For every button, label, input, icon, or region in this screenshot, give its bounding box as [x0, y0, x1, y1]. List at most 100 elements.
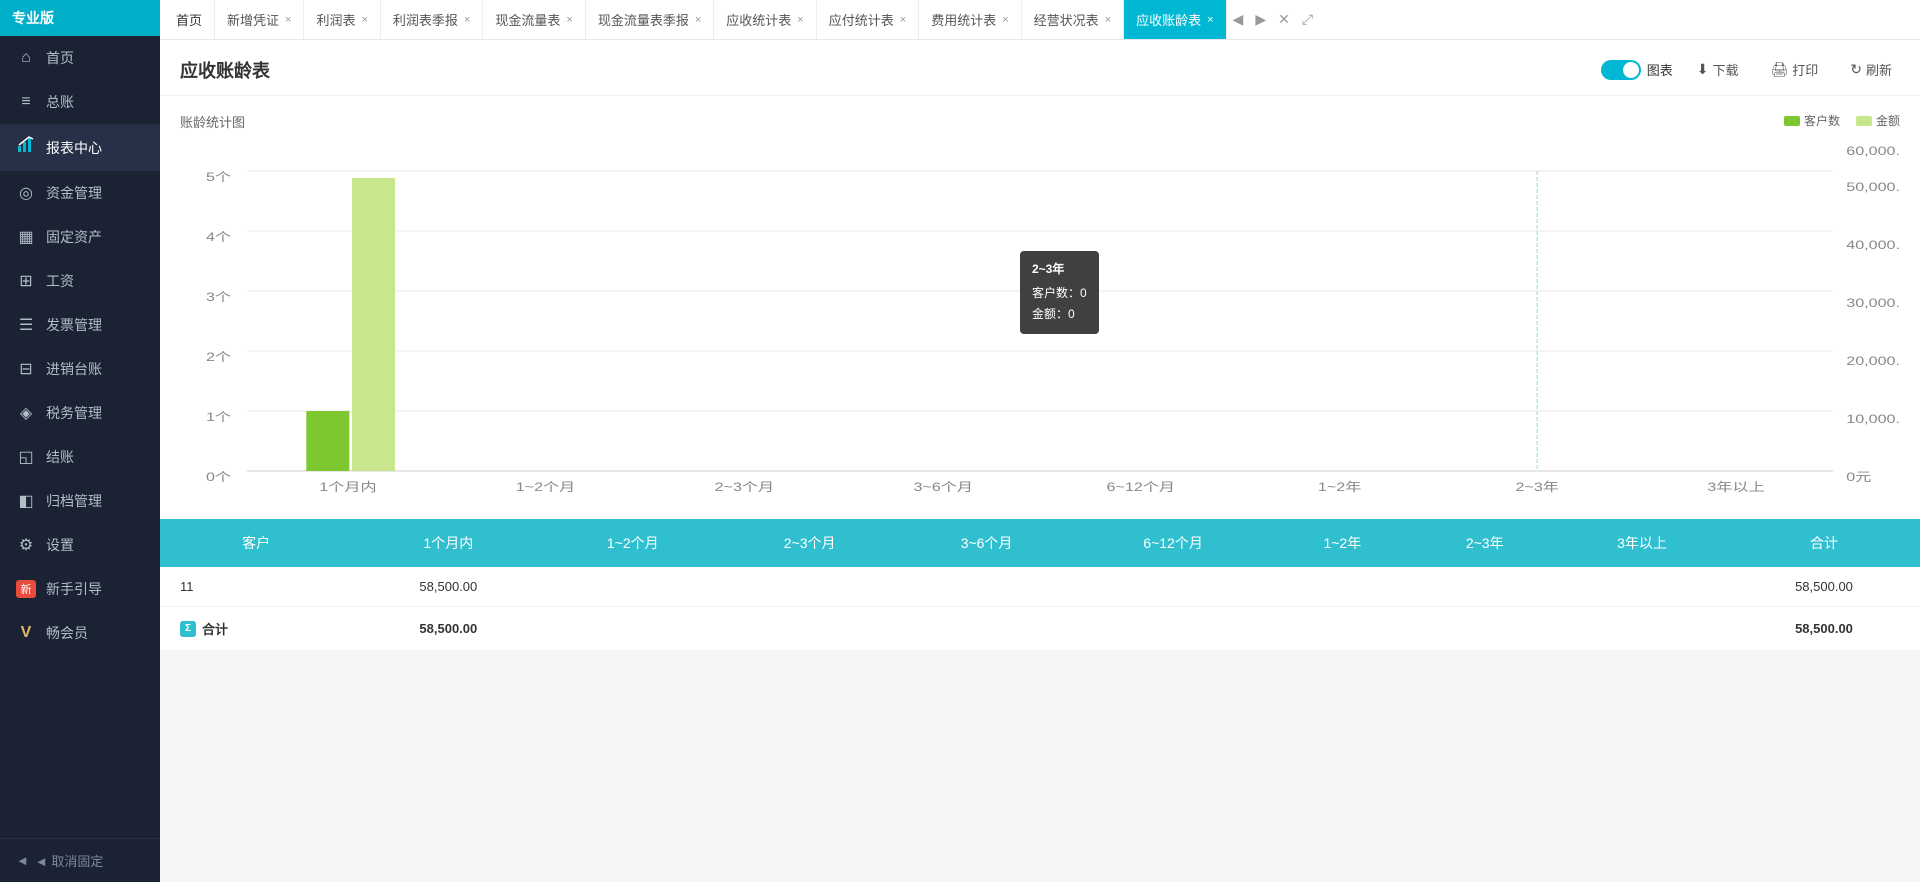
tab-voucher-close[interactable]: × — [285, 14, 291, 26]
settle-icon: ◱ — [16, 447, 36, 467]
tab-receivable-stat[interactable]: 应收统计表 × — [714, 0, 816, 40]
tab-voucher[interactable]: 新增凭证 × — [215, 0, 304, 40]
tab-operation-stat-close[interactable]: × — [1105, 14, 1111, 26]
sidebar-item-label: 首页 — [46, 48, 74, 68]
download-button[interactable]: ⬇ 下载 — [1689, 56, 1747, 83]
svg-text:3年以上: 3年以上 — [1707, 480, 1764, 494]
tab-expense-stat-close[interactable]: × — [1002, 14, 1008, 26]
row-2-3y — [1414, 567, 1556, 607]
tab-profit-quarterly-close[interactable]: × — [464, 14, 470, 26]
sidebar-item-ledger[interactable]: ≡ 总账 — [0, 80, 160, 124]
reports-icon — [16, 136, 36, 159]
tab-expand-button[interactable]: ⤢ — [1296, 0, 1319, 40]
download-label: 下载 — [1712, 60, 1738, 79]
tab-close-all-button[interactable]: ✕ — [1272, 0, 1296, 40]
sidebar-item-settle[interactable]: ◱ 结账 — [0, 435, 160, 479]
tab-profit[interactable]: 利润表 × — [304, 0, 380, 40]
tab-home[interactable]: 首页 — [164, 0, 215, 40]
col-3y-plus: 3年以上 — [1556, 519, 1728, 567]
tab-profit-close[interactable]: × — [361, 14, 367, 26]
sidebar-item-reports[interactable]: 报表中心 — [0, 124, 160, 171]
tab-payable-stat[interactable]: 应付统计表 × — [817, 0, 919, 40]
svg-text:3~6个月: 3~6个月 — [913, 480, 973, 494]
footer-label: Σ 合计 — [160, 607, 352, 651]
svg-text:3个: 3个 — [206, 290, 231, 304]
sidebar-item-assets[interactable]: ▦ 固定资产 — [0, 215, 160, 259]
footer-6-12m — [1075, 607, 1271, 651]
col-2-3y: 2~3年 — [1414, 519, 1556, 567]
toggle-track[interactable] — [1601, 60, 1641, 80]
row-1-2m — [544, 567, 721, 607]
col-customer: 客户 — [160, 519, 352, 567]
app-logo: 专业版 — [0, 0, 160, 36]
footer-3y-plus — [1556, 607, 1728, 651]
tab-profit-quarterly[interactable]: 利润表季报 × — [381, 0, 483, 40]
svg-text:60,000.00元: 60,000.00元 — [1846, 145, 1900, 159]
toggle-label: 图表 — [1647, 60, 1673, 79]
svg-text:10,000.00元: 10,000.00元 — [1846, 413, 1900, 427]
col-1m: 1个月内 — [352, 519, 544, 567]
data-table-container: 客户 1个月内 1~2个月 2~3个月 3~6个月 6~12个月 1~2年 2~… — [160, 519, 1920, 650]
salary-icon: ⊞ — [16, 271, 36, 291]
tab-operation-stat[interactable]: 经营状况表 × — [1022, 0, 1124, 40]
settings-icon: ⚙ — [16, 535, 36, 555]
svg-text:0个: 0个 — [206, 470, 231, 484]
tab-cashflow-label: 现金流量表 — [495, 10, 560, 29]
print-button[interactable]: 🖨 打印 — [1762, 56, 1826, 83]
sidebar-item-label: 资金管理 — [46, 183, 102, 203]
refresh-button[interactable]: ↻ 刷新 — [1842, 56, 1900, 83]
tab-receivable-stat-close[interactable]: × — [797, 14, 803, 26]
tab-cashflow-quarterly-close[interactable]: × — [695, 14, 701, 26]
sidebar-item-home[interactable]: ⌂ 首页 — [0, 36, 160, 80]
footer-label-text: 合计 — [202, 619, 228, 638]
row-total: 58,500.00 — [1728, 567, 1920, 607]
collapse-sidebar-button[interactable]: ◄ ◄ 取消固定 — [0, 838, 160, 882]
main-area: 首页 新增凭证 × 利润表 × 利润表季报 × 现金流量表 × 现金流量表季报 … — [160, 0, 1920, 882]
sidebar-item-settings[interactable]: ⚙ 设置 — [0, 523, 160, 567]
sidebar-item-archive[interactable]: ◧ 归档管理 — [0, 479, 160, 523]
refresh-label: 刷新 — [1866, 60, 1892, 79]
tab-next-button[interactable]: ▶ — [1249, 0, 1272, 40]
sidebar-item-funds[interactable]: ◎ 资金管理 — [0, 171, 160, 215]
total-icon: Σ — [180, 621, 196, 637]
print-icon: 🖨 — [1770, 61, 1788, 78]
sidebar-item-inventory[interactable]: ⊟ 进销台账 — [0, 347, 160, 391]
svg-text:2个: 2个 — [206, 350, 231, 364]
guide-icon: 新 — [16, 580, 36, 598]
sidebar-item-salary[interactable]: ⊞ 工资 — [0, 259, 160, 303]
tab-payable-stat-close[interactable]: × — [900, 14, 906, 26]
tab-cashflow[interactable]: 现金流量表 × — [483, 0, 585, 40]
tab-prev-button[interactable]: ◀ — [1227, 0, 1250, 40]
tab-receivable-stat-label: 应收统计表 — [726, 10, 791, 29]
table-footer: Σ 合计 58,500.00 58 — [160, 607, 1920, 651]
table-body: 11 58,500.00 58,500.00 — [160, 567, 1920, 607]
data-table: 客户 1个月内 1~2个月 2~3个月 3~6个月 6~12个月 1~2年 2~… — [160, 519, 1920, 650]
sidebar-item-guide[interactable]: 新 新手引导 — [0, 567, 160, 611]
invoice-icon: ☰ — [16, 315, 36, 335]
sidebar-item-tax[interactable]: ◈ 税务管理 — [0, 391, 160, 435]
funds-icon: ◎ — [16, 183, 36, 203]
footer-total: 58,500.00 — [1728, 607, 1920, 651]
sidebar-item-label: 发票管理 — [46, 315, 102, 335]
svg-text:40,000.00元: 40,000.00元 — [1846, 239, 1900, 253]
chart-toggle[interactable]: 图表 — [1601, 60, 1673, 80]
toggle-thumb — [1623, 62, 1639, 78]
tab-cashflow-quarterly[interactable]: 现金流量表季报 × — [586, 0, 714, 40]
col-total: 合计 — [1728, 519, 1920, 567]
sidebar: 专业版 ⌂ 首页 ≡ 总账 报表中心 ◎ 资金管理 ▦ 固定资产 ⊞ 工资 ☰ … — [0, 0, 160, 882]
row-2-3m — [721, 567, 898, 607]
sidebar-item-vip[interactable]: V 畅会员 — [0, 611, 160, 655]
tab-receivable-aging-close[interactable]: × — [1207, 14, 1213, 26]
sidebar-item-label: 税务管理 — [46, 403, 102, 423]
sidebar-item-label: 总账 — [46, 92, 74, 112]
svg-text:0元: 0元 — [1846, 471, 1871, 485]
tab-profit-quarterly-label: 利润表季报 — [393, 10, 458, 29]
svg-text:1个: 1个 — [206, 410, 231, 424]
tab-cashflow-close[interactable]: × — [566, 14, 572, 26]
sidebar-item-invoice[interactable]: ☰ 发票管理 — [0, 303, 160, 347]
tab-expense-stat[interactable]: 费用统计表 × — [919, 0, 1021, 40]
inventory-icon: ⊟ — [16, 359, 36, 379]
sidebar-item-label: 归档管理 — [46, 491, 102, 511]
sidebar-item-label: 报表中心 — [46, 138, 102, 158]
tab-receivable-aging[interactable]: 应收账龄表 × — [1124, 0, 1226, 40]
